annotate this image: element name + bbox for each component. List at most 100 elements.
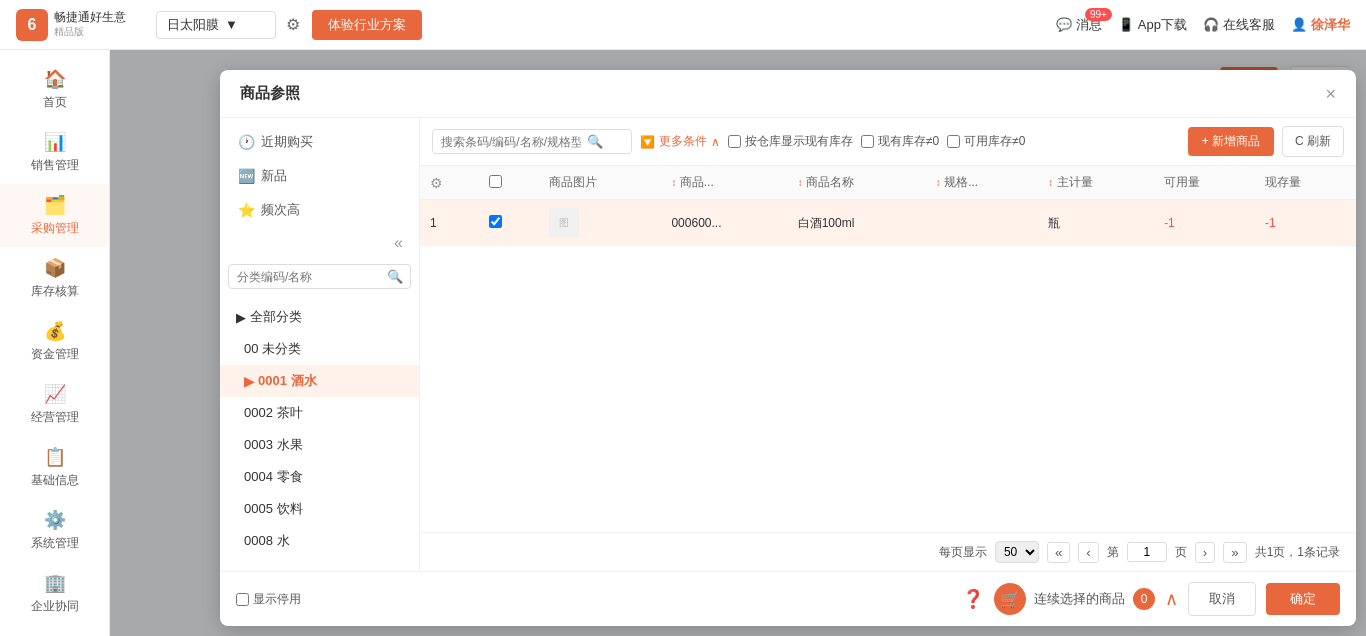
td-checkbox[interactable] — [479, 200, 538, 247]
show-disabled-label[interactable]: 显示停用 — [236, 591, 301, 608]
user-item[interactable]: 👤 徐泽华 — [1291, 16, 1350, 34]
cat-item-uncategorized[interactable]: 00 未分类 — [220, 333, 419, 365]
checkbox-warehouse-input[interactable] — [728, 135, 741, 148]
gear-col-icon[interactable]: ⚙ — [430, 175, 443, 191]
first-page-button[interactable]: « — [1047, 542, 1070, 563]
cat-item-all[interactable]: ▶ 全部分类 — [220, 301, 419, 333]
sort-icon-name: ↕ — [798, 177, 803, 188]
modal-footer: 显示停用 ❓ 🛒 连续选择的商品 0 ∧ 取消 确定 — [220, 571, 1356, 626]
collapse-up-icon[interactable]: ∧ — [1165, 588, 1178, 610]
checkbox-warehouse[interactable]: 按仓库显示现有库存 — [728, 133, 853, 150]
home-icon: 🏠 — [44, 68, 66, 90]
th-unit[interactable]: ↕ 主计量 — [1038, 166, 1154, 200]
product-search-box[interactable]: 🔍 — [432, 129, 632, 154]
arrow-icon-all: ▶ — [236, 310, 246, 325]
sidebar-label-system: 系统管理 — [31, 535, 79, 552]
toolbar: 🔍 🔽 更多条件 ∧ 按仓库显示现有库存 — [420, 118, 1356, 166]
sidebar: 🏠 首页 📊 销售管理 🗂️ 采购管理 📦 库存核算 💰 资金管理 📈 经营管理… — [0, 50, 110, 636]
td-name: 白酒100ml — [788, 200, 926, 247]
td-stock: -1 — [1255, 200, 1356, 247]
th-available-label: 可用量 — [1164, 175, 1200, 189]
th-available[interactable]: 可用量 — [1154, 166, 1255, 200]
sidebar-item-inventory[interactable]: 📦 库存核算 — [0, 247, 109, 310]
table-row[interactable]: 1 图 000600... 白酒100ml 瓶 -1 — [420, 200, 1356, 247]
td-spec — [926, 200, 1038, 247]
show-disabled-checkbox[interactable] — [236, 593, 249, 606]
modal-title: 商品参照 — [240, 84, 300, 103]
action-button[interactable]: 体验行业方案 — [312, 10, 422, 40]
tab-frequent-label: 频次高 — [261, 201, 300, 219]
cat-item-tea[interactable]: 0002 茶叶 — [220, 397, 419, 429]
cart-icon[interactable]: 🛒 — [994, 583, 1026, 615]
category-search-input[interactable] — [237, 270, 387, 284]
sidebar-item-home[interactable]: 🏠 首页 — [0, 58, 109, 121]
checkbox-available-nonzero-label: 可用库存≠0 — [964, 133, 1025, 150]
th-spec[interactable]: ↕ 规格... — [926, 166, 1038, 200]
sidebar-item-guide[interactable]: 🔰 新手引导 — [0, 625, 109, 636]
cat-item-drink[interactable]: 0005 饮料 — [220, 493, 419, 525]
sidebar-item-enterprise[interactable]: 🏢 企业协同 — [0, 562, 109, 625]
tab-frequent[interactable]: ⭐ 频次高 — [228, 194, 411, 226]
app-download-item[interactable]: 📱 App下载 — [1118, 16, 1187, 34]
checkbox-stock-nonzero-input[interactable] — [861, 135, 874, 148]
confirm-button[interactable]: 确定 — [1266, 583, 1340, 615]
next-page-button[interactable]: › — [1195, 542, 1215, 563]
th-name[interactable]: ↕ 商品名称 — [788, 166, 926, 200]
checkbox-available-nonzero[interactable]: 可用库存≠0 — [947, 133, 1025, 150]
prev-page-button[interactable]: ‹ — [1078, 542, 1098, 563]
gear-icon[interactable]: ⚙ — [286, 15, 300, 34]
th-stock[interactable]: 现存量 — [1255, 166, 1356, 200]
sidebar-item-base[interactable]: 📋 基础信息 — [0, 436, 109, 499]
message-item[interactable]: 💬 消息 99+ — [1056, 16, 1102, 34]
page-size-select[interactable]: 50 — [995, 541, 1039, 563]
category-tree: ▶ 全部分类 00 未分类 ▶ 0001 酒水 0002 茶叶 — [220, 297, 419, 563]
page-label: 第 — [1107, 544, 1119, 561]
cat-item-fruit[interactable]: 0003 水果 — [220, 429, 419, 461]
sidebar-item-finance[interactable]: 💰 资金管理 — [0, 310, 109, 373]
sidebar-item-purchase[interactable]: 🗂️ 采购管理 — [0, 184, 109, 247]
collapse-left-icon[interactable]: « — [394, 234, 403, 252]
cat-item-water[interactable]: 0008 水 — [220, 525, 419, 557]
sidebar-item-system[interactable]: ⚙️ 系统管理 — [0, 499, 109, 562]
right-panel: 🔍 🔽 更多条件 ∧ 按仓库显示现有库存 — [420, 118, 1356, 571]
cat-item-alcohol[interactable]: ▶ 0001 酒水 — [220, 365, 419, 397]
checkbox-available-nonzero-input[interactable] — [947, 135, 960, 148]
cat-label-all: 全部分类 — [250, 308, 302, 326]
nav-selector[interactable]: 日太阳膜 ▼ — [156, 11, 276, 39]
arrow-icon-alcohol: ▶ — [244, 374, 254, 389]
tab-recent[interactable]: 🕐 近期购买 — [228, 126, 411, 158]
cat-label-water: 0008 水 — [244, 532, 290, 550]
tab-new[interactable]: 🆕 新品 — [228, 160, 411, 192]
sidebar-item-sales[interactable]: 📊 销售管理 — [0, 121, 109, 184]
sidebar-label-home: 首页 — [43, 94, 67, 111]
category-search-box[interactable]: 🔍 — [228, 264, 411, 289]
row-checkbox[interactable] — [489, 215, 502, 228]
add-product-button[interactable]: + 新增商品 — [1188, 127, 1274, 156]
help-icon[interactable]: ❓ — [962, 588, 984, 610]
cat-item-appliance[interactable]: 0010 家电 — [220, 557, 419, 563]
refresh-button[interactable]: C 刷新 — [1282, 126, 1344, 157]
sort-icon-unit: ↕ — [1048, 177, 1053, 188]
select-all-checkbox[interactable] — [489, 175, 502, 188]
td-image: 图 — [539, 200, 662, 247]
th-image[interactable]: 商品图片 — [539, 166, 662, 200]
th-image-label: 商品图片 — [549, 175, 597, 189]
logo-sub: 精品版 — [54, 25, 126, 39]
filter-button[interactable]: 🔽 更多条件 ∧ — [640, 133, 720, 150]
cat-label-tea: 0002 茶叶 — [244, 404, 303, 422]
cancel-button[interactable]: 取消 — [1188, 582, 1256, 616]
cat-item-snack[interactable]: 0004 零食 — [220, 461, 419, 493]
message-badge: 99+ — [1085, 8, 1112, 21]
product-reference-modal: 商品参照 × 🕐 近期购买 🆕 新品 — [220, 70, 1356, 626]
sidebar-item-operation[interactable]: 📈 经营管理 — [0, 373, 109, 436]
th-code[interactable]: ↕ 商品... — [661, 166, 787, 200]
modal-header: 商品参照 × — [220, 70, 1356, 118]
product-search-input[interactable] — [441, 135, 581, 149]
close-icon[interactable]: × — [1325, 85, 1336, 103]
page-input[interactable] — [1127, 542, 1167, 562]
sort-icon-spec: ↕ — [936, 177, 941, 188]
sidebar-label-purchase: 采购管理 — [31, 220, 79, 237]
checkbox-stock-nonzero[interactable]: 现有库存≠0 — [861, 133, 939, 150]
last-page-button[interactable]: » — [1223, 542, 1246, 563]
service-item[interactable]: 🎧 在线客服 — [1203, 16, 1275, 34]
